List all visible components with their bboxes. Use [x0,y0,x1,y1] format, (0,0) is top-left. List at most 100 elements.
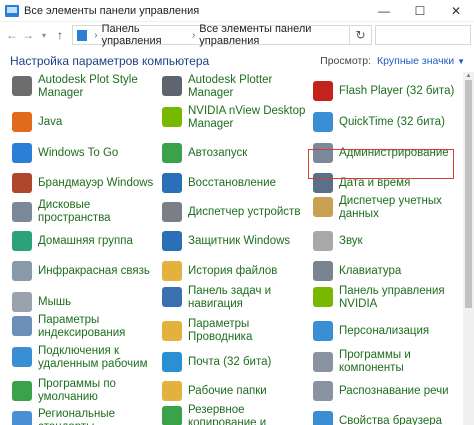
control-panel-item[interactable]: Параметры индексирования [12,314,158,348]
credential-manager-icon [313,197,333,217]
item-label: Звук [339,234,363,247]
chevron-down-icon[interactable]: ▼ [457,57,465,66]
refresh-icon[interactable]: ↻ [350,25,372,45]
control-panel-item[interactable]: Региональные стандарты [12,404,158,425]
item-label: Подключения к удаленным рабочим [38,345,148,370]
control-panel-item[interactable]: Резервное копирование и [162,404,308,425]
control-panel-item[interactable]: Программы по умолчанию [12,374,158,408]
internet-options-icon [313,411,333,425]
control-panel-item[interactable]: NVIDIA nView Desktop Manager [162,105,308,139]
autodesk-plotter-icon [162,76,182,96]
item-label: Autodesk Plot Style Manager [38,74,138,99]
windows-to-go-icon [12,143,32,163]
back-button[interactable]: ← [4,25,20,45]
control-panel-small-icon [77,29,88,41]
search-input[interactable] [375,25,471,45]
item-label: Рабочие папки [188,384,267,397]
control-panel-item[interactable]: Параметры Проводника [162,314,308,348]
minimize-button[interactable]: — [366,0,402,22]
vertical-scrollbar[interactable]: ▲ [463,72,474,425]
device-manager-icon [162,202,182,222]
file-history-icon [162,261,182,281]
nvidia-nview-icon [162,107,182,127]
control-panel-item[interactable]: QuickTime (32 бита) [313,105,461,139]
speech-icon [313,381,333,401]
item-label: Мышь [38,295,72,308]
java-icon [12,112,32,132]
item-label: Клавиатура [339,264,402,277]
address-field[interactable]: › Панель управления › Все элементы панел… [72,23,350,47]
item-label: Региональные стандарты [38,408,116,425]
control-panel-item[interactable]: Flash Player (32 бита) [313,74,461,108]
item-label: Брандмауэр Windows [38,176,154,189]
item-label: Диспетчер учетных данных [339,195,442,220]
control-panel-item[interactable]: Персонализация [313,314,461,348]
control-panel-item[interactable]: Клавиатура [313,254,461,288]
recent-locations-button[interactable]: ▾ [36,25,52,45]
control-panel-item[interactable]: Распознавание речи [313,374,461,408]
item-label: Почта (32 бита) [188,355,272,368]
item-label: Резервное копирование и [188,404,267,425]
remote-connections-icon [12,347,32,367]
control-panel-item[interactable]: Autodesk Plot Style Manager [12,74,158,108]
item-label: Панель задач и навигация [188,285,272,310]
breadcrumb-control-panel[interactable]: Панель управления [102,23,188,47]
item-label: Свойства браузера [339,414,443,425]
firewall-icon [12,173,32,193]
item-label: Домашняя группа [38,234,133,247]
control-panel-item[interactable]: Свойства браузера [313,404,461,425]
item-label: История файлов [188,264,278,277]
control-panel-item[interactable]: Автозапуск [162,136,308,170]
defender-icon [162,231,182,251]
item-label: Программы и компоненты [339,349,411,374]
view-mode-dropdown[interactable]: Крупные значки [377,55,454,67]
control-panel-items: Autodesk Plot Style Manager Java Windows T… [0,74,462,425]
quicktime-icon [313,112,333,132]
item-label: Защитник Windows [188,234,291,247]
scroll-up-icon[interactable]: ▲ [463,72,474,80]
autodesk-plot-icon [12,76,32,96]
storage-spaces-icon [12,202,32,222]
selection-highlight [308,149,454,179]
nvidia-control-icon [313,287,333,307]
infrared-icon [12,261,32,281]
mouse-icon [12,292,32,312]
work-folders-icon [162,381,182,401]
item-label: Распознавание речи [339,384,449,397]
item-label: Панель управления NVIDIA [339,285,445,310]
control-panel-item[interactable]: Звук [313,224,461,258]
window-title: Все элементы панели управления [24,4,200,17]
recovery-icon [162,173,182,193]
close-button[interactable]: ✕ [438,0,474,22]
control-panel-item[interactable]: Autodesk Plotter Manager [162,74,308,108]
item-label: Параметры Проводника [188,318,253,343]
item-label: Java [38,115,63,128]
scroll-thumb[interactable] [465,80,472,308]
title-bar: Все элементы панели управления — ☐ ✕ [0,0,474,22]
explorer-options-icon [162,321,182,341]
homegroup-icon [12,231,32,251]
item-label: Дисковые пространства [38,199,111,224]
item-label: Программы по умолчанию [38,378,116,403]
programs-features-icon [313,352,333,372]
breadcrumb-all-items[interactable]: Все элементы панели управления [199,23,349,47]
region-icon [12,411,32,425]
page-title: Настройка параметров компьютера [10,54,210,68]
default-programs-icon [12,381,32,401]
indexing-icon [12,316,32,336]
control-panel-item[interactable]: Инфракрасная связь [12,254,158,288]
item-label: Windows To Go [38,146,119,159]
item-label: Инфракрасная связь [38,264,150,277]
item-label: Автозапуск [188,146,248,159]
backup-icon [162,406,182,425]
control-panel-item[interactable]: Рабочие папки [162,374,308,408]
up-button[interactable]: ↑ [52,25,68,45]
control-panel-item[interactable]: История файлов [162,254,308,288]
control-panel-item[interactable]: Защитник Windows [162,224,308,258]
forward-button[interactable]: → [20,25,36,45]
keyboard-icon [313,261,333,281]
control-panel-item[interactable]: Домашняя группа [12,224,158,258]
control-panel-item[interactable]: Java [12,105,158,139]
maximize-button[interactable]: ☐ [402,0,438,22]
control-panel-item[interactable]: Windows To Go [12,136,158,170]
